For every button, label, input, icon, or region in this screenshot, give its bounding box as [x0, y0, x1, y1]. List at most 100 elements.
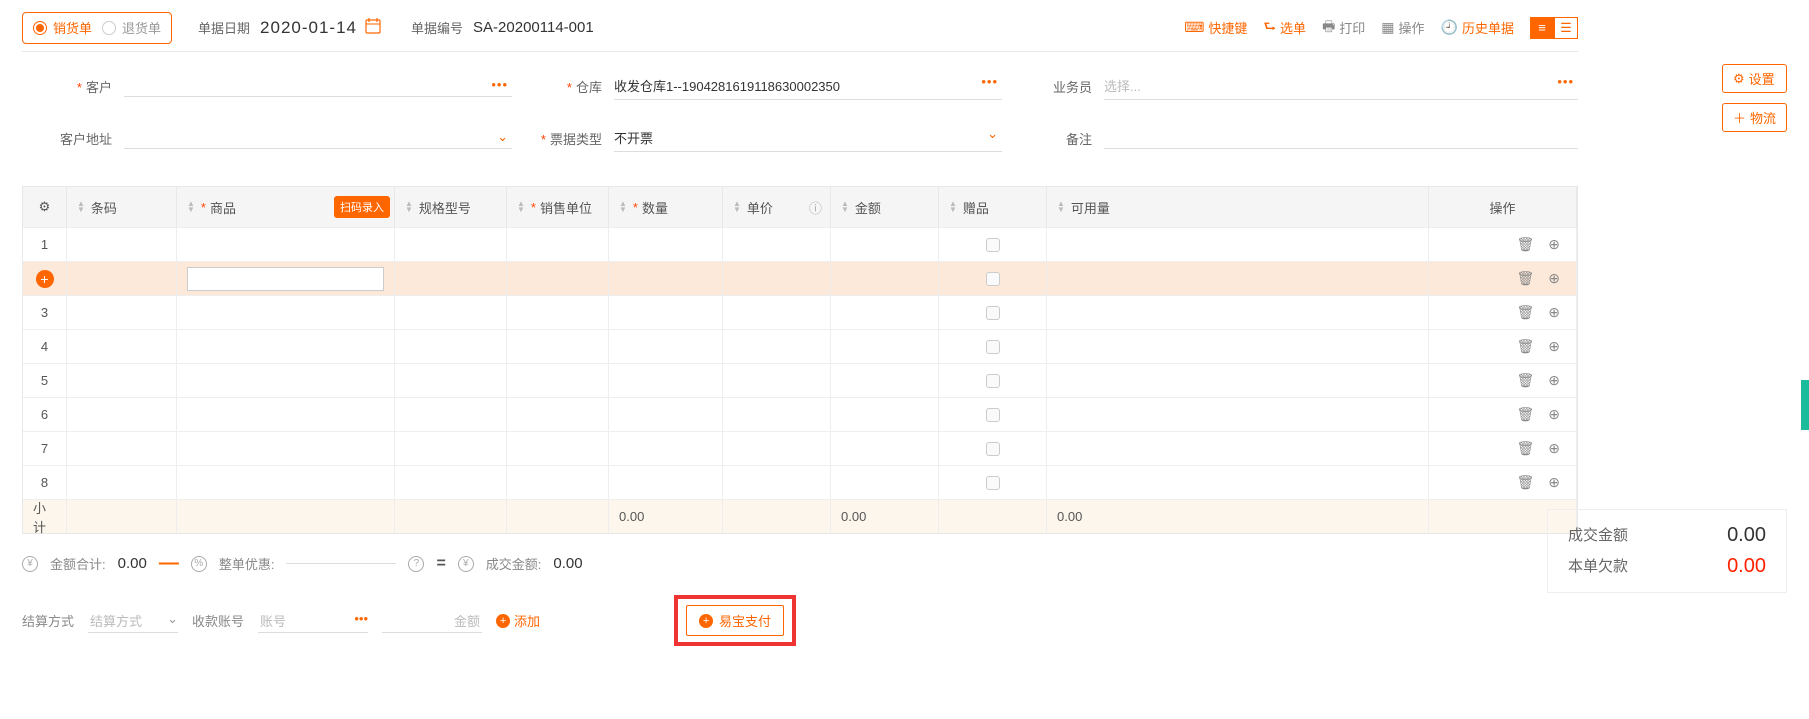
- gift-checkbox[interactable]: [986, 476, 1000, 490]
- cell-gift[interactable]: [939, 262, 1047, 295]
- cell-price[interactable]: [723, 296, 831, 329]
- product-input[interactable]: [187, 267, 384, 291]
- cell-barcode[interactable]: [67, 228, 177, 261]
- chevron-down-icon[interactable]: ⌄: [497, 129, 508, 145]
- table-row[interactable]: 6🗑⊕: [23, 397, 1577, 431]
- doc-type-return[interactable]: 退货单: [102, 18, 161, 37]
- cell-price[interactable]: [723, 228, 831, 261]
- table-row[interactable]: 8🗑⊕: [23, 465, 1577, 499]
- col-barcode[interactable]: ▲▼条码: [67, 187, 177, 227]
- more-dots-icon[interactable]: •••: [981, 74, 998, 89]
- cell-barcode[interactable]: [67, 364, 177, 397]
- gift-checkbox[interactable]: [986, 238, 1000, 252]
- table-row[interactable]: 7🗑⊕: [23, 431, 1577, 465]
- col-settings[interactable]: ⚙: [23, 187, 67, 227]
- date-input[interactable]: 2020-01-14: [260, 18, 357, 38]
- delete-row-icon[interactable]: 🗑: [1516, 440, 1534, 457]
- col-unit[interactable]: ▲▼*销售单位: [507, 187, 609, 227]
- cell-available[interactable]: [1047, 262, 1429, 295]
- cell-available[interactable]: [1047, 330, 1429, 363]
- cell-unit[interactable]: [507, 296, 609, 329]
- table-row[interactable]: 3🗑⊕: [23, 295, 1577, 329]
- cell-available[interactable]: [1047, 228, 1429, 261]
- col-product[interactable]: ▲▼*商品扫码录入: [177, 187, 395, 227]
- add-row-icon[interactable]: +: [36, 270, 54, 288]
- cell-barcode[interactable]: [67, 330, 177, 363]
- operate-button[interactable]: ▦操作: [1381, 18, 1424, 37]
- cell-barcode[interactable]: [67, 296, 177, 329]
- cell-barcode[interactable]: [67, 432, 177, 465]
- cell-available[interactable]: [1047, 364, 1429, 397]
- cell-barcode[interactable]: [67, 466, 177, 499]
- cell-gift[interactable]: [939, 228, 1047, 261]
- cell-product[interactable]: [177, 466, 395, 499]
- cell-price[interactable]: [723, 364, 831, 397]
- doc-type-sale[interactable]: 销货单: [33, 18, 92, 37]
- cell-amount[interactable]: [831, 364, 939, 397]
- cell-unit[interactable]: [507, 364, 609, 397]
- cell-unit[interactable]: [507, 466, 609, 499]
- table-row[interactable]: 4🗑⊕: [23, 329, 1577, 363]
- cell-spec[interactable]: [395, 296, 507, 329]
- logistics-button[interactable]: ＋物流: [1722, 103, 1787, 132]
- more-dots-icon[interactable]: •••: [1557, 74, 1574, 89]
- cell-amount[interactable]: [831, 228, 939, 261]
- col-available[interactable]: ▲▼可用量: [1047, 187, 1429, 227]
- cell-barcode[interactable]: [67, 262, 177, 295]
- gift-checkbox[interactable]: [986, 442, 1000, 456]
- delete-row-icon[interactable]: 🗑: [1516, 372, 1534, 389]
- cell-available[interactable]: [1047, 398, 1429, 431]
- insert-row-icon[interactable]: ⊕: [1548, 338, 1560, 355]
- delete-row-icon[interactable]: 🗑: [1516, 406, 1534, 423]
- more-dots-icon[interactable]: •••: [354, 611, 368, 626]
- cell-gift[interactable]: [939, 296, 1047, 329]
- cell-amount[interactable]: [831, 466, 939, 499]
- gift-checkbox[interactable]: [986, 306, 1000, 320]
- cell-unit[interactable]: [507, 228, 609, 261]
- cell-product[interactable]: [177, 330, 395, 363]
- insert-row-icon[interactable]: ⊕: [1548, 440, 1560, 457]
- cell-price[interactable]: [723, 330, 831, 363]
- view-expanded-button[interactable]: ☰: [1554, 17, 1578, 39]
- calendar-icon[interactable]: [365, 18, 381, 37]
- cell-available[interactable]: [1047, 466, 1429, 499]
- cell-spec[interactable]: [395, 466, 507, 499]
- help-icon[interactable]: ⓘ: [809, 198, 822, 217]
- delete-row-icon[interactable]: 🗑: [1516, 270, 1534, 287]
- cell-qty[interactable]: [609, 432, 723, 465]
- table-row[interactable]: 1🗑⊕: [23, 227, 1577, 261]
- invoice-type-input[interactable]: 不开票⌄: [614, 124, 1002, 152]
- customer-input[interactable]: •••: [124, 75, 512, 97]
- insert-row-icon[interactable]: ⊕: [1548, 304, 1560, 321]
- col-amount[interactable]: ▲▼金额: [831, 187, 939, 227]
- cell-amount[interactable]: [831, 296, 939, 329]
- col-qty[interactable]: ▲▼*数量: [609, 187, 723, 227]
- more-dots-icon[interactable]: •••: [491, 77, 508, 92]
- acct-input[interactable]: 账号•••: [258, 609, 368, 633]
- gift-checkbox[interactable]: [986, 374, 1000, 388]
- cell-product[interactable]: [177, 364, 395, 397]
- shortcut-button[interactable]: ⌨快捷键: [1184, 18, 1247, 37]
- cell-price[interactable]: [723, 262, 831, 295]
- cell-qty[interactable]: [609, 330, 723, 363]
- table-row[interactable]: + 🗑 ⊕: [23, 261, 1577, 295]
- help-icon[interactable]: ?: [408, 556, 424, 572]
- cell-qty[interactable]: [609, 398, 723, 431]
- cell-amount[interactable]: [831, 330, 939, 363]
- insert-row-icon[interactable]: ⊕: [1548, 270, 1560, 287]
- history-button[interactable]: 🕘历史单据: [1441, 18, 1514, 37]
- cell-gift[interactable]: [939, 466, 1047, 499]
- cell-product[interactable]: [177, 398, 395, 431]
- insert-row-icon[interactable]: ⊕: [1548, 236, 1560, 253]
- insert-row-icon[interactable]: ⊕: [1548, 474, 1560, 491]
- insert-row-icon[interactable]: ⊕: [1548, 372, 1560, 389]
- chevron-down-icon[interactable]: ⌄: [987, 126, 998, 142]
- delete-row-icon[interactable]: 🗑: [1516, 338, 1534, 355]
- cell-unit[interactable]: [507, 262, 609, 295]
- gift-checkbox[interactable]: [986, 272, 1000, 286]
- col-spec[interactable]: ▲▼规格型号: [395, 187, 507, 227]
- cell-spec[interactable]: [395, 364, 507, 397]
- cell-spec[interactable]: [395, 330, 507, 363]
- cell-product[interactable]: [177, 296, 395, 329]
- discount-input[interactable]: [286, 563, 396, 564]
